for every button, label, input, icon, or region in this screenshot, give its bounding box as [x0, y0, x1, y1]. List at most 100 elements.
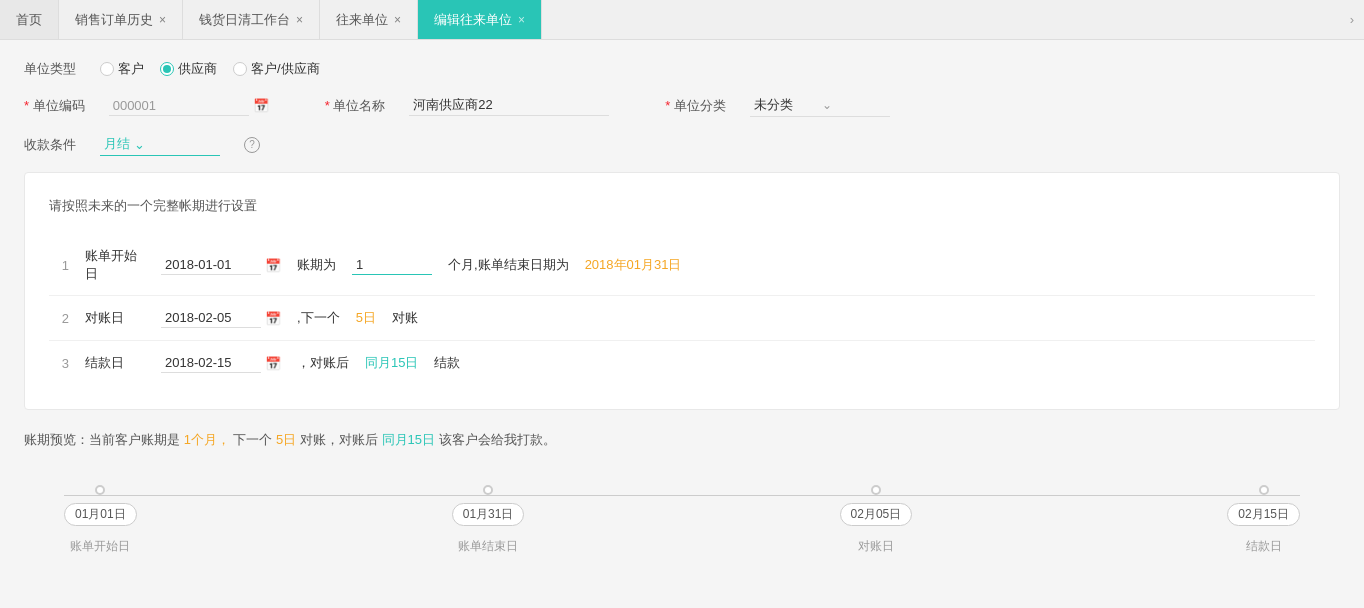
radio-supplier-circle: [160, 62, 174, 76]
timeline-date-1: 01月31日: [452, 503, 525, 526]
unit-code-label: 单位编码: [24, 97, 85, 115]
timeline-date-3: 02月15日: [1227, 503, 1300, 526]
radio-supplier-label: 供应商: [178, 60, 217, 78]
timeline-circle-0: [95, 485, 105, 495]
row-3-date-input[interactable]: [161, 353, 261, 373]
preview-highlight1: 1个月，: [184, 432, 230, 447]
row-3-desc-highlight: 同月15日: [365, 354, 418, 372]
row-1-period-prefix: 账期为: [297, 256, 336, 274]
timeline-label-1: 账单结束日: [458, 538, 518, 555]
tab-sales-history[interactable]: 销售订单历史 ×: [59, 0, 183, 39]
timeline-date-0: 01月01日: [64, 503, 137, 526]
payment-condition-label: 收款条件: [24, 136, 76, 154]
row-3-label: 结款日: [85, 354, 145, 372]
row-1-date-wrapper: 📅: [161, 255, 281, 275]
row-1-label: 账单开始日: [85, 247, 145, 283]
row-2-date-wrapper: 📅: [161, 308, 281, 328]
timeline-label-3: 结款日: [1246, 538, 1282, 555]
timeline-node-3: 02月15日 结款日: [1227, 485, 1300, 555]
row-2-desc-prefix: ,下一个: [297, 309, 340, 327]
tab-partner-close[interactable]: ×: [394, 13, 401, 27]
radio-customer[interactable]: 客户: [100, 60, 144, 78]
timeline-date-2: 02月05日: [840, 503, 913, 526]
tab-edit-partner[interactable]: 编辑往来单位 ×: [418, 0, 542, 39]
row-1-date-input[interactable]: [161, 255, 261, 275]
tab-sales-history-label: 销售订单历史: [75, 11, 153, 29]
unit-code-icon[interactable]: 📅: [253, 98, 269, 113]
main-content: 单位类型 客户 供应商 客户/供应商 单位编码 📅 单位名称 单位分类: [0, 40, 1364, 608]
tab-edit-partner-label: 编辑往来单位: [434, 11, 512, 29]
tab-partner-label: 往来单位: [336, 11, 388, 29]
tab-home-label: 首页: [16, 11, 42, 29]
unit-category-chevron-icon: ⌄: [822, 98, 886, 112]
preview-highlight3: 同月15日: [382, 432, 435, 447]
row-1-period-highlight: 2018年01月31日: [585, 256, 682, 274]
config-row-3: 3 结款日 📅 ，对账后 同月15日 结款: [49, 341, 1315, 385]
row-3-desc-suffix: 结款: [434, 354, 460, 372]
preview-text2: 对账，对账后: [300, 432, 378, 447]
timeline-circle-3: [1259, 485, 1269, 495]
radio-both-circle: [233, 62, 247, 76]
unit-type-row: 单位类型 客户 供应商 客户/供应商: [24, 60, 1340, 78]
timeline-node-2: 02月05日 对账日: [840, 485, 913, 555]
preview-section: 账期预览：当前客户账期是 1个月， 下一个 5日 对账，对账后 同月15日 该客…: [24, 430, 1340, 585]
preview-text1: 下一个: [233, 432, 272, 447]
row-3-calendar-icon[interactable]: 📅: [265, 356, 281, 371]
help-icon[interactable]: ?: [244, 137, 260, 153]
row-2-desc-highlight: 5日: [356, 309, 376, 327]
tab-cash-workbench[interactable]: 钱货日清工作台 ×: [183, 0, 320, 39]
radio-group: 客户 供应商 客户/供应商: [100, 60, 320, 78]
radio-customer-label: 客户: [118, 60, 144, 78]
preview-prefix: 账期预览：当前客户账期是: [24, 432, 180, 447]
timeline-node-0: 01月01日 账单开始日: [64, 485, 137, 555]
timeline-node-1: 01月31日 账单结束日: [452, 485, 525, 555]
timeline-label-2: 对账日: [858, 538, 894, 555]
unit-code-wrapper: 📅: [109, 96, 269, 116]
radio-both[interactable]: 客户/供应商: [233, 60, 320, 78]
config-title: 请按照未来的一个完整帐期进行设置: [49, 197, 1315, 215]
row-2-calendar-icon[interactable]: 📅: [265, 311, 281, 326]
tab-cash-workbench-close[interactable]: ×: [296, 13, 303, 27]
tab-sales-history-close[interactable]: ×: [159, 13, 166, 27]
row-3-num: 3: [49, 356, 69, 371]
tab-cash-workbench-label: 钱货日清工作台: [199, 11, 290, 29]
row-2-num: 2: [49, 311, 69, 326]
timeline: 01月01日 账单开始日 01月31日 账单结束日 02月05日 对账日 02月…: [24, 475, 1340, 585]
timeline-nodes: 01月01日 账单开始日 01月31日 账单结束日 02月05日 对账日 02月…: [24, 485, 1340, 555]
preview-highlight2: 5日: [276, 432, 296, 447]
payment-condition-select[interactable]: 月结 ⌄: [100, 133, 220, 156]
unit-category-value: 未分类: [754, 96, 818, 114]
timeline-circle-2: [871, 485, 881, 495]
preview-text: 账期预览：当前客户账期是 1个月， 下一个 5日 对账，对账后 同月15日 该客…: [24, 430, 1340, 451]
config-row-2: 2 对账日 📅 ,下一个 5日 对账: [49, 296, 1315, 341]
tab-partner[interactable]: 往来单位 ×: [320, 0, 418, 39]
preview-suffix: 该客户会给我打款。: [439, 432, 556, 447]
row-2-label: 对账日: [85, 309, 145, 327]
row-2-date-input[interactable]: [161, 308, 261, 328]
row-1-num: 1: [49, 258, 69, 273]
payment-condition-value: 月结: [104, 135, 130, 153]
unit-name-label: 单位名称: [325, 97, 386, 115]
row-2-desc-suffix: 对账: [392, 309, 418, 327]
radio-supplier[interactable]: 供应商: [160, 60, 217, 78]
row-1-period-suffix: 个月,账单结束日期为: [448, 256, 569, 274]
config-box: 请按照未来的一个完整帐期进行设置 1 账单开始日 📅 账期为 个月,账单结束日期…: [24, 172, 1340, 410]
unit-info-row: 单位编码 📅 单位名称 单位分类 未分类 ⌄: [24, 94, 1340, 117]
row-1-calendar-icon[interactable]: 📅: [265, 258, 281, 273]
timeline-label-0: 账单开始日: [70, 538, 130, 555]
tab-home[interactable]: 首页: [0, 0, 59, 39]
tab-arrow[interactable]: ›: [1340, 0, 1364, 39]
row-1-period-input[interactable]: [352, 255, 432, 275]
unit-category-select[interactable]: 未分类 ⌄: [750, 94, 890, 117]
tab-bar: 首页 销售订单历史 × 钱货日清工作台 × 往来单位 × 编辑往来单位 × ›: [0, 0, 1364, 40]
radio-both-label: 客户/供应商: [251, 60, 320, 78]
unit-code-input[interactable]: [109, 96, 249, 116]
unit-name-input[interactable]: [409, 96, 609, 116]
payment-condition-row: 收款条件 月结 ⌄ ?: [24, 133, 1340, 156]
unit-category-label: 单位分类: [665, 97, 726, 115]
row-3-date-wrapper: 📅: [161, 353, 281, 373]
row-3-desc-prefix: ，对账后: [297, 354, 349, 372]
unit-type-label: 单位类型: [24, 60, 76, 78]
radio-customer-circle: [100, 62, 114, 76]
tab-edit-partner-close[interactable]: ×: [518, 13, 525, 27]
